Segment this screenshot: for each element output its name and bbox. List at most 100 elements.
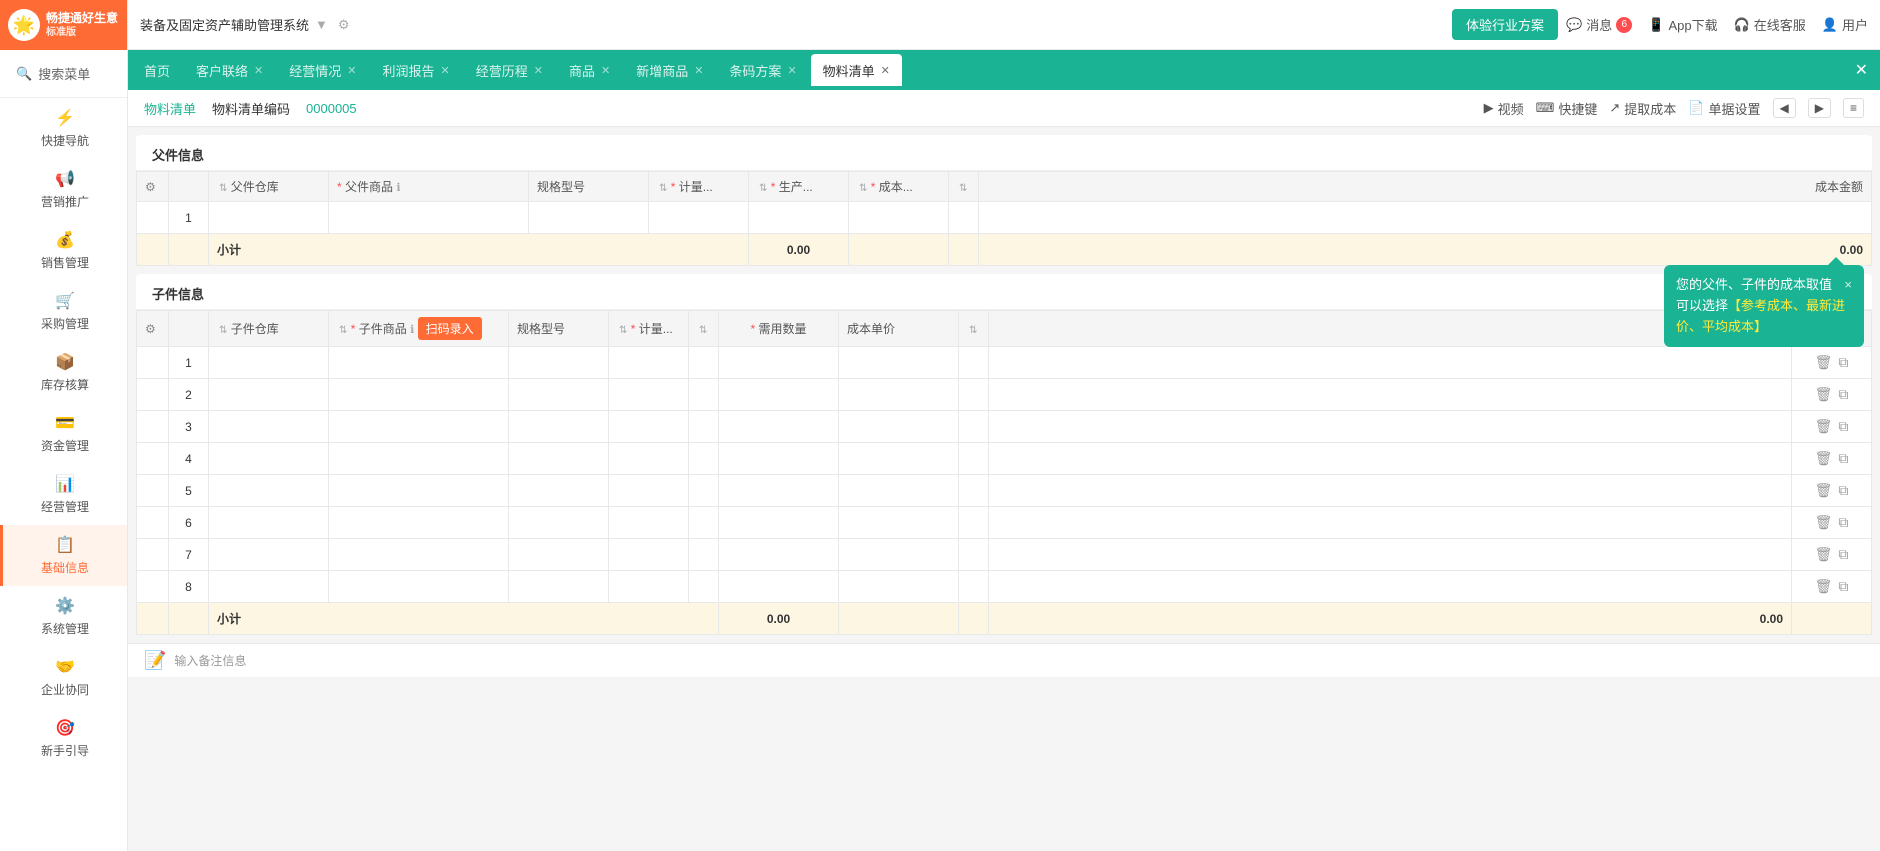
- child-row-5-unit-cost[interactable]: [839, 475, 959, 507]
- online-service-button[interactable]: 🎧 在线客服: [1734, 15, 1806, 34]
- child-row-6-copy-icon[interactable]: ⧉: [1838, 514, 1848, 531]
- note-icon[interactable]: 📝: [144, 650, 166, 671]
- prev-record-button[interactable]: ◀: [1773, 98, 1796, 118]
- child-row-7-delete-icon[interactable]: 🗑: [1815, 546, 1833, 563]
- view-action[interactable]: ▶ 视频: [1484, 99, 1524, 118]
- child-row-4-quantity[interactable]: [609, 443, 689, 475]
- child-row-7-warehouse[interactable]: [209, 539, 329, 571]
- messages-button[interactable]: 💬 消息 6: [1566, 15, 1632, 34]
- child-row-8-product[interactable]: [329, 571, 509, 603]
- child-row-2-cost-amount[interactable]: [989, 379, 1792, 411]
- child-row-8-delete-icon[interactable]: 🗑: [1815, 578, 1833, 595]
- child-row-3-quantity[interactable]: [609, 411, 689, 443]
- child-row-7-unit-cost[interactable]: [839, 539, 959, 571]
- next-record-button[interactable]: ▶: [1808, 98, 1831, 118]
- single-settings-action[interactable]: 📄 单据设置: [1688, 99, 1760, 118]
- nav-tab-close-3[interactable]: ✕: [441, 64, 450, 77]
- breadcrumb-home[interactable]: 物料清单: [144, 99, 196, 118]
- child-col-settings-icon[interactable]: ⚙: [145, 322, 156, 336]
- child-row-3-unit-cost[interactable]: [839, 411, 959, 443]
- nav-tab-4[interactable]: 经营历程✕: [464, 54, 555, 86]
- extract-cost-action[interactable]: ↗ 提取成本: [1609, 99, 1676, 118]
- sidebar-item-8[interactable]: 📋基础信息: [0, 525, 127, 586]
- list-view-button[interactable]: ≡: [1843, 98, 1864, 118]
- child-row-1-required-qty[interactable]: [719, 347, 839, 379]
- experience-button[interactable]: 体验行业方案: [1452, 9, 1558, 40]
- nav-tab-close-2[interactable]: ✕: [347, 64, 356, 77]
- child-row-3-copy-icon[interactable]: ⧉: [1838, 418, 1848, 435]
- child-row-2-delete-icon[interactable]: 🗑: [1815, 386, 1833, 403]
- sidebar-item-1[interactable]: ⚡快捷导航: [0, 98, 127, 159]
- child-row-5-product[interactable]: [329, 475, 509, 507]
- child-row-3-cost-amount[interactable]: [989, 411, 1792, 443]
- child-row-7-cost-amount[interactable]: [989, 539, 1792, 571]
- sidebar-item-9[interactable]: ⚙️系统管理: [0, 586, 127, 647]
- child-row-2-quantity[interactable]: [609, 379, 689, 411]
- close-all-tabs-button[interactable]: ✕: [1847, 60, 1876, 80]
- sidebar-item-3[interactable]: 💰销售管理: [0, 220, 127, 281]
- col-settings-icon[interactable]: ⚙: [145, 180, 156, 194]
- child-row-5-required-qty[interactable]: [719, 475, 839, 507]
- sidebar-item-2[interactable]: 📢营销推广: [0, 159, 127, 220]
- child-row-5-spec[interactable]: [509, 475, 609, 507]
- nav-tab-6[interactable]: 新增商品✕: [624, 54, 715, 86]
- child-row-3-warehouse[interactable]: [209, 411, 329, 443]
- child-row-7-required-qty[interactable]: [719, 539, 839, 571]
- nav-tab-5[interactable]: 商品✕: [557, 54, 622, 86]
- child-row-1-quantity[interactable]: [609, 347, 689, 379]
- sidebar-item-7[interactable]: 📊经营管理: [0, 464, 127, 525]
- child-row-6-cost-amount[interactable]: [989, 507, 1792, 539]
- nav-tab-7[interactable]: 条码方案✕: [717, 54, 808, 86]
- parent-row-1-production[interactable]: [749, 202, 849, 234]
- parent-row-1-quantity[interactable]: [649, 202, 749, 234]
- nav-tab-close-4[interactable]: ✕: [534, 64, 543, 77]
- settings-icon[interactable]: ⚙: [338, 17, 350, 33]
- child-row-5-copy-icon[interactable]: ⧉: [1838, 482, 1848, 499]
- child-row-6-required-qty[interactable]: [719, 507, 839, 539]
- child-row-5-quantity[interactable]: [609, 475, 689, 507]
- shortcut-action[interactable]: ⌨ 快捷键: [1536, 99, 1598, 118]
- parent-row-1-spec[interactable]: [529, 202, 649, 234]
- child-row-6-spec[interactable]: [509, 507, 609, 539]
- sidebar-item-4[interactable]: 🛒采购管理: [0, 281, 127, 342]
- child-row-5-delete-icon[interactable]: 🗑: [1815, 482, 1833, 499]
- child-row-8-quantity[interactable]: [609, 571, 689, 603]
- child-row-8-copy-icon[interactable]: ⧉: [1838, 578, 1848, 595]
- child-row-6-delete-icon[interactable]: 🗑: [1815, 514, 1833, 531]
- sidebar-item-6[interactable]: 💳资金管理: [0, 403, 127, 464]
- parent-row-1-cost[interactable]: [849, 202, 949, 234]
- child-row-4-delete-icon[interactable]: 🗑: [1815, 450, 1833, 467]
- sidebar-item-5[interactable]: 📦库存核算: [0, 342, 127, 403]
- note-placeholder[interactable]: 输入备注信息: [174, 652, 246, 669]
- child-row-4-product[interactable]: [329, 443, 509, 475]
- child-row-4-spec[interactable]: [509, 443, 609, 475]
- child-row-7-quantity[interactable]: [609, 539, 689, 571]
- nav-tab-0[interactable]: 首页: [132, 54, 182, 86]
- child-row-6-warehouse[interactable]: [209, 507, 329, 539]
- child-row-2-copy-icon[interactable]: ⧉: [1838, 386, 1848, 403]
- search-menu-button[interactable]: 🔍 搜索菜单: [8, 58, 119, 89]
- child-row-3-delete-icon[interactable]: 🗑: [1815, 418, 1833, 435]
- child-row-3-spec[interactable]: [509, 411, 609, 443]
- child-row-6-product[interactable]: [329, 507, 509, 539]
- child-row-1-cost-amount[interactable]: [989, 347, 1792, 379]
- nav-tab-2[interactable]: 经营情况✕: [277, 54, 368, 86]
- child-row-7-spec[interactable]: [509, 539, 609, 571]
- child-row-8-required-qty[interactable]: [719, 571, 839, 603]
- user-menu-button[interactable]: 👤 用户: [1822, 15, 1868, 34]
- child-row-8-unit-cost[interactable]: [839, 571, 959, 603]
- sidebar-item-10[interactable]: 🤝企业协同: [0, 647, 127, 708]
- child-row-6-unit-cost[interactable]: [839, 507, 959, 539]
- child-row-2-unit-cost[interactable]: [839, 379, 959, 411]
- child-row-1-spec[interactable]: [509, 347, 609, 379]
- child-row-6-quantity[interactable]: [609, 507, 689, 539]
- child-row-2-warehouse[interactable]: [209, 379, 329, 411]
- child-row-8-spec[interactable]: [509, 571, 609, 603]
- child-row-3-required-qty[interactable]: [719, 411, 839, 443]
- child-row-3-product[interactable]: [329, 411, 509, 443]
- child-row-1-unit-cost[interactable]: [839, 347, 959, 379]
- child-row-4-unit-cost[interactable]: [839, 443, 959, 475]
- sidebar-item-11[interactable]: 🎯新手引导: [0, 708, 127, 769]
- child-row-1-product[interactable]: [329, 347, 509, 379]
- child-row-1-warehouse[interactable]: [209, 347, 329, 379]
